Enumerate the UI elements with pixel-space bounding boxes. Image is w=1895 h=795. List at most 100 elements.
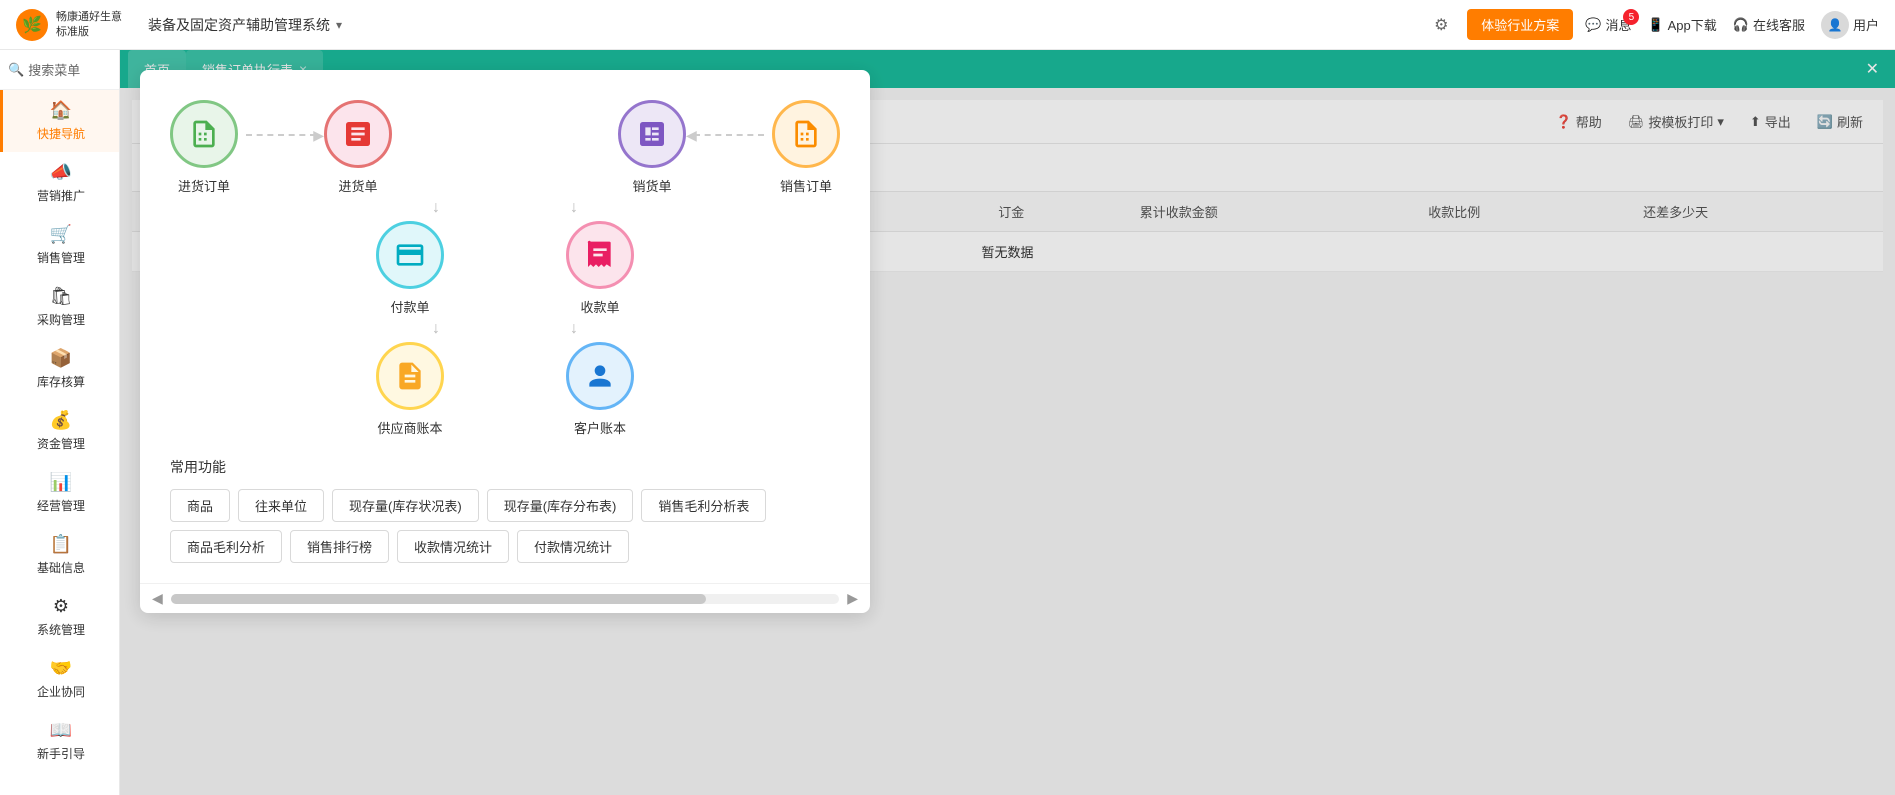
sidebar-item-newbie[interactable]: 📖 新手引导 — [0, 710, 119, 772]
page-content: ❓ 帮助 🖨 按模板打印 ▾ ⬆ 导出 🔄 刷新 — [120, 88, 1895, 795]
purchase-bill-label: 进货单 — [338, 176, 377, 195]
message-btn[interactable]: 💬 消息 5 — [1585, 15, 1631, 34]
header-right: 💬 消息 5 📱 App下载 🎧 在线客服 👤 用户 — [1585, 11, 1879, 39]
sidebar-item-enterprise-label: 企业协同 — [37, 683, 85, 700]
func-btn-payment-stats[interactable]: 付款情况统计 — [517, 530, 629, 563]
app-download-btn[interactable]: 📱 App下载 — [1647, 15, 1716, 34]
settings-btn[interactable]: ⚙ — [1427, 11, 1455, 39]
receipt-label: 收款单 — [580, 297, 619, 316]
newbie-icon: 📖 — [50, 720, 72, 741]
modal-box: 进货订单 ▶ — [140, 88, 870, 613]
quick-icon: 🏠 — [50, 100, 72, 121]
scroll-right-arrow[interactable]: ▶ — [847, 590, 858, 607]
sidebar-item-quick[interactable]: 🏠 快捷导航 — [0, 90, 119, 152]
func-btn-product[interactable]: 商品 — [170, 489, 230, 522]
sidebar-item-marketing-label: 营销推广 — [37, 187, 85, 204]
sidebar-item-system[interactable]: ⚙ 系统管理 — [0, 586, 119, 648]
sales-order-col: 销售订单 — [772, 100, 840, 195]
scroll-left-arrow[interactable]: ◀ — [152, 590, 163, 607]
system-title-area: 装备及固定资产辅助管理系统 ▾ — [148, 15, 1415, 35]
payment-label: 付款单 — [390, 297, 429, 316]
content-area: 首页 销售订单执行表 × ✕ ❓ 帮助 🖨 按模板打印 — [120, 50, 1895, 795]
scroll-thumb — [171, 594, 706, 604]
sidebar-item-system-label: 系统管理 — [37, 621, 85, 638]
sidebar-item-inventory-label: 库存核算 — [37, 373, 85, 390]
purchase-bill-col: 进货单 — [324, 100, 392, 195]
supplier-ledger-circle — [376, 342, 444, 410]
app-icon: 📱 — [1647, 17, 1663, 33]
service-icon: 🎧 — [1733, 17, 1749, 33]
sales-order-label: 销售订单 — [780, 176, 832, 195]
user-label: 用户 — [1853, 15, 1879, 34]
supplier-ledger-label: 供应商账本 — [377, 418, 442, 437]
logo-line1: 畅康通好生意 — [56, 10, 122, 24]
sidebar: 🔍 搜索菜单 🏠 快捷导航 📣 营销推广 🛒 销售管理 🛍 采购管理 📦 库存核… — [0, 50, 120, 795]
flow-section: 进货订单 ▶ — [140, 88, 870, 457]
sidebar-item-sales[interactable]: 🛒 销售管理 — [0, 214, 119, 276]
sales-icon: 🛒 — [50, 224, 72, 245]
experience-btn[interactable]: 体验行业方案 — [1467, 9, 1573, 40]
customer-ledger-label: 客户账本 — [574, 418, 626, 437]
purchase-icon: 🛍 — [50, 286, 73, 307]
sidebar-item-purchase[interactable]: 🛍 采购管理 — [0, 276, 119, 338]
customer-ledger-col: 客户账本 — [566, 342, 634, 437]
payment-circle — [376, 221, 444, 289]
main-layout: 🔍 搜索菜单 🏠 快捷导航 📣 营销推广 🛒 销售管理 🛍 采购管理 📦 库存核… — [0, 50, 1895, 795]
sidebar-item-base[interactable]: 📋 基础信息 — [0, 524, 119, 586]
receipt-col: 收款单 — [566, 221, 634, 316]
common-title: 常用功能 — [170, 457, 840, 477]
finance-icon: 💰 — [50, 410, 72, 431]
scroll-area: ◀ ▶ — [140, 583, 870, 613]
operation-icon: 📊 — [50, 472, 72, 493]
scroll-track[interactable] — [171, 594, 839, 604]
sidebar-item-enterprise[interactable]: 🤝 企业协同 — [0, 648, 119, 710]
online-service-btn[interactable]: 🎧 在线客服 — [1733, 15, 1805, 34]
purchase-order-label: 进货订单 — [178, 176, 230, 195]
func-btn-product-profit[interactable]: 商品毛利分析 — [170, 530, 282, 563]
sales-bill-label: 销货单 — [632, 176, 671, 195]
func-btn-sales-rank[interactable]: 销售排行榜 — [290, 530, 389, 563]
sidebar-item-marketing[interactable]: 📣 营销推广 — [0, 152, 119, 214]
func-btn-stock-status[interactable]: 现存量(库存状况表) — [332, 489, 479, 522]
inventory-icon: 📦 — [50, 348, 72, 369]
sidebar-item-finance-label: 资金管理 — [37, 435, 85, 452]
func-btn-partner[interactable]: 往来单位 — [238, 489, 324, 522]
search-icon: 🔍 — [8, 62, 24, 78]
sidebar-item-purchase-label: 采购管理 — [37, 311, 85, 328]
message-icon: 💬 — [1585, 17, 1601, 33]
sidebar-item-inventory[interactable]: 📦 库存核算 — [0, 338, 119, 400]
logo-area: 🌿 畅康通好生意 标准版 — [16, 9, 136, 41]
system-icon: ⚙ — [53, 596, 69, 617]
user-area[interactable]: 👤 用户 — [1821, 11, 1879, 39]
service-label: 在线客服 — [1753, 15, 1805, 34]
supplier-ledger-col: 供应商账本 — [376, 342, 444, 437]
sidebar-item-finance[interactable]: 💰 资金管理 — [0, 400, 119, 462]
sidebar-item-base-label: 基础信息 — [37, 559, 85, 576]
system-dropdown-btn[interactable]: ▾ — [336, 18, 342, 32]
sidebar-item-sales-label: 销售管理 — [37, 249, 85, 266]
sales-bill-circle — [618, 100, 686, 168]
search-menu[interactable]: 🔍 搜索菜单 — [0, 50, 119, 90]
sidebar-item-quick-label: 快捷导航 — [37, 125, 85, 142]
top-header: 🌿 畅康通好生意 标准版 装备及固定资产辅助管理系统 ▾ ⚙ 体验行业方案 💬 … — [0, 0, 1895, 50]
logo-line2: 标准版 — [56, 25, 122, 39]
purchase-order-col: 进货订单 — [170, 100, 238, 195]
logo-icon: 🌿 — [16, 9, 48, 41]
marketing-icon: 📣 — [50, 162, 72, 183]
customer-ledger-circle — [566, 342, 634, 410]
payment-col: 付款单 — [376, 221, 444, 316]
receipt-circle — [566, 221, 634, 289]
sidebar-item-operation-label: 经营管理 — [37, 497, 85, 514]
func-btn-receipt-stats[interactable]: 收款情况统计 — [397, 530, 509, 563]
system-title-text: 装备及固定资产辅助管理系统 — [148, 15, 330, 35]
purchase-bill-circle — [324, 100, 392, 168]
common-btn-grid: 商品 往来单位 现存量(库存状况表) 现存量(库存分布表) 销售毛利分析表 商品… — [170, 489, 840, 563]
func-btn-sales-profit[interactable]: 销售毛利分析表 — [641, 489, 766, 522]
enterprise-icon: 🤝 — [50, 658, 72, 679]
logo-text: 畅康通好生意 标准版 — [56, 10, 122, 39]
app-label: App下载 — [1668, 15, 1717, 34]
purchase-order-circle — [170, 100, 238, 168]
modal-overlay: 进货订单 ▶ — [120, 88, 1895, 795]
sidebar-item-operation[interactable]: 📊 经营管理 — [0, 462, 119, 524]
func-btn-stock-dist[interactable]: 现存量(库存分布表) — [487, 489, 634, 522]
